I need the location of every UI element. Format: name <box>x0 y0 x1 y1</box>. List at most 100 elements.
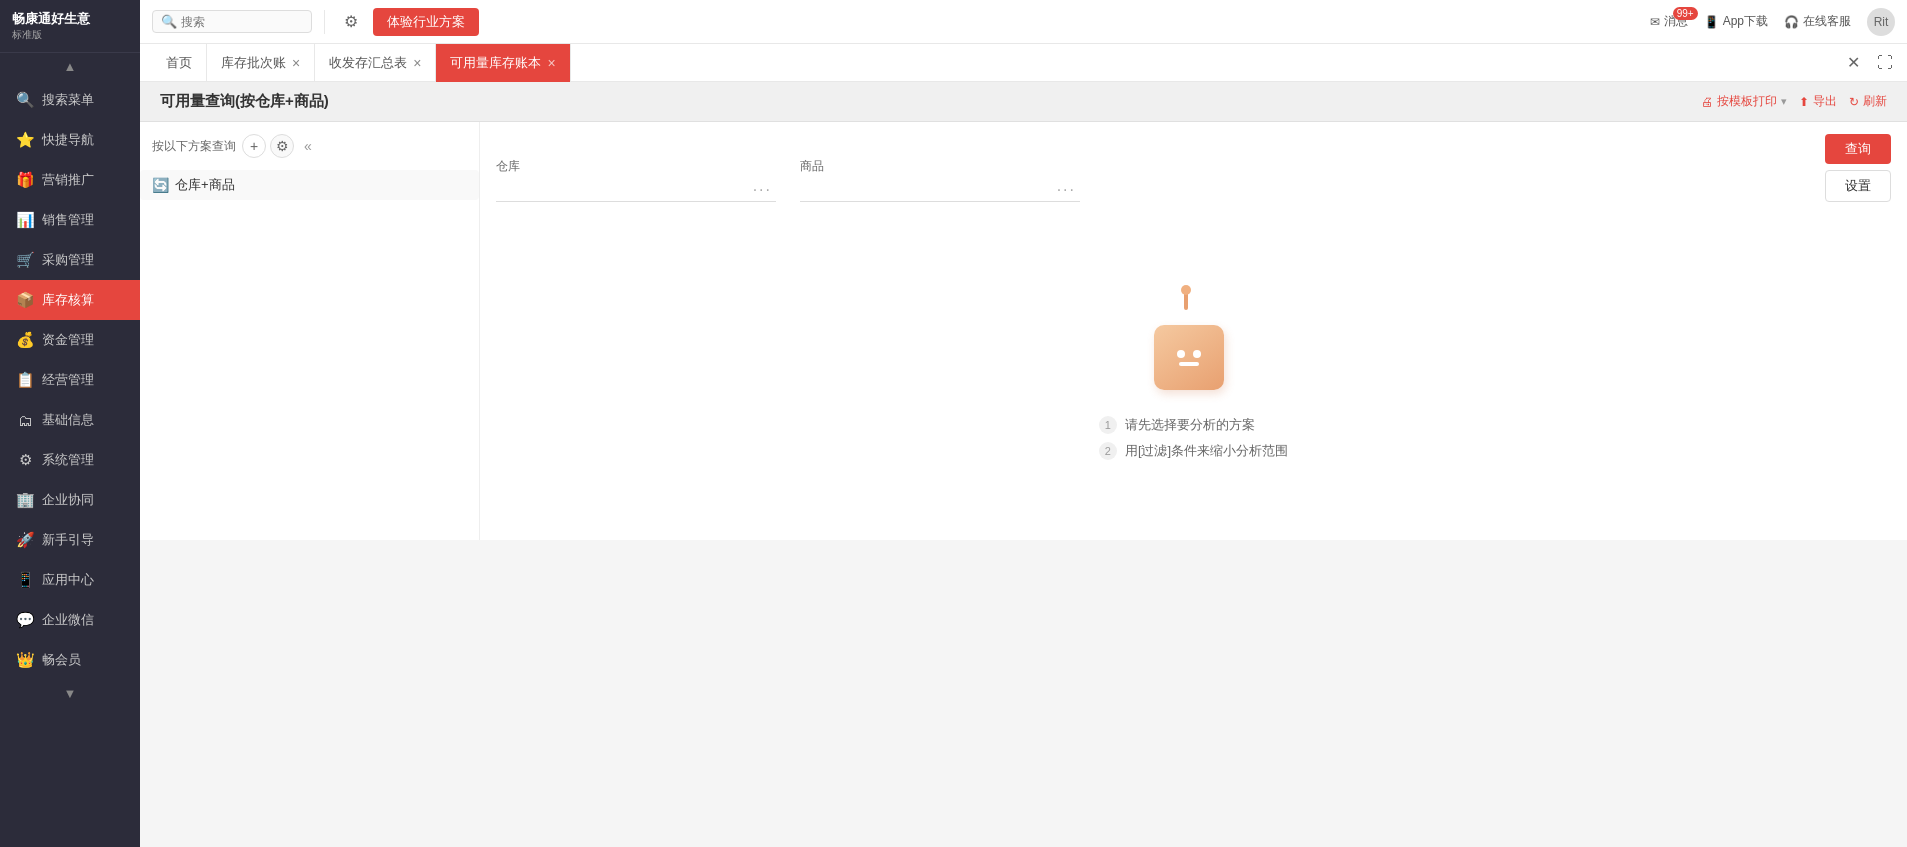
sidebar-item-label-vip: 畅会员 <box>42 651 81 669</box>
sidebar-item-finance[interactable]: 💰 资金管理 <box>0 320 140 360</box>
page-header: 可用量查询(按仓库+商品) 🖨 按模板打印 ▾ ⬆ 导出 ↻ 刷新 <box>140 82 1907 122</box>
message-badge: 99+ <box>1673 7 1698 20</box>
finance-icon: 💰 <box>16 331 34 349</box>
sidebar-item-label-wechat: 企业微信 <box>42 611 94 629</box>
sidebar-item-quick-nav[interactable]: ⭐ 快捷导航 <box>0 120 140 160</box>
industry-solution-button[interactable]: 体验行业方案 <box>373 8 479 36</box>
empty-state: 1 请先选择要分析的方案 2 用[过滤]条件来缩小分析范围 <box>480 210 1907 540</box>
online-service-label: 在线客服 <box>1803 13 1851 30</box>
export-button[interactable]: ⬆ 导出 <box>1799 93 1837 110</box>
tab-close-receipt-summary[interactable]: × <box>413 56 421 70</box>
content-area: 可用量查询(按仓库+商品) 🖨 按模板打印 ▾ ⬆ 导出 ↻ 刷新 <box>140 82 1907 847</box>
page-header-actions: 🖨 按模板打印 ▾ ⬆ 导出 ↻ 刷新 <box>1701 93 1887 110</box>
tab-home[interactable]: 首页 <box>152 44 207 82</box>
sidebar-item-system[interactable]: ⚙ 系统管理 <box>0 440 140 480</box>
sidebar-item-label-enterprise: 企业协同 <box>42 491 94 509</box>
robot-antenna <box>1184 290 1188 310</box>
sidebar-item-newbie[interactable]: 🚀 新手引导 <box>0 520 140 560</box>
inventory-icon: 📦 <box>16 291 34 309</box>
filter-add-button[interactable]: + <box>242 134 266 158</box>
tab-close-batch-account[interactable]: × <box>292 56 300 70</box>
goods-input-wrapper[interactable]: ··· <box>800 179 1080 202</box>
sidebar-item-app-center[interactable]: 📱 应用中心 <box>0 560 140 600</box>
sidebar-item-label-search: 搜索菜单 <box>42 91 94 109</box>
warehouse-input-wrapper[interactable]: ··· <box>496 179 776 202</box>
goods-filter-field: 商品 ··· <box>800 158 1080 202</box>
query-area: 按以下方案查询 + ⚙ « 🔄 仓库+商品 <box>140 122 1907 540</box>
topbar-search-input[interactable] <box>181 15 301 29</box>
system-icon: ⚙ <box>16 451 34 469</box>
main-area: 🔍 ⚙ 体验行业方案 ✉ 消息 99+ 📱 App下载 🎧 在线客服 Rit <box>140 0 1907 847</box>
hint-item-2: 2 用[过滤]条件来缩小分析范围 <box>1099 442 1288 460</box>
topbar-messages[interactable]: ✉ 消息 99+ <box>1650 13 1688 30</box>
sidebar-scroll-up[interactable]: ▲ <box>0 53 140 80</box>
wechat-icon: 💬 <box>16 611 34 629</box>
sidebar-item-operations[interactable]: 📋 经营管理 <box>0 360 140 400</box>
sidebar-item-label-purchase: 采购管理 <box>42 251 94 269</box>
topbar-app-download[interactable]: 📱 App下载 <box>1704 13 1768 30</box>
warehouse-filter-field: 仓库 ··· <box>496 158 776 202</box>
empty-hints: 1 请先选择要分析的方案 2 用[过滤]条件来缩小分析范围 <box>1099 416 1288 460</box>
tab-label-receipt-summary: 收发存汇总表 <box>329 54 407 72</box>
chevron-down-icon: ▾ <box>1781 95 1787 108</box>
sidebar-item-label-operations: 经营管理 <box>42 371 94 389</box>
sidebar-item-basic-info[interactable]: 🗂 基础信息 <box>0 400 140 440</box>
settings-button[interactable]: 设置 <box>1825 170 1891 202</box>
sidebar-item-enterprise[interactable]: 🏢 企业协同 <box>0 480 140 520</box>
user-avatar[interactable]: Rit <box>1867 8 1895 36</box>
query-field-row: 仓库 ··· 商品 ··· <box>480 122 1907 210</box>
sidebar-item-vip[interactable]: 👑 畅会员 <box>0 640 140 680</box>
sidebar-item-search[interactable]: 🔍 搜索菜单 <box>0 80 140 120</box>
filter-icons: + ⚙ <box>242 134 294 158</box>
close-tab-button[interactable]: ✕ <box>1839 49 1867 77</box>
sidebar-item-label-finance: 资金管理 <box>42 331 94 349</box>
sidebar-item-label-sales: 销售管理 <box>42 211 94 229</box>
template-print-button[interactable]: 🖨 按模板打印 ▾ <box>1701 93 1787 110</box>
tab-batch-account[interactable]: 库存批次账× <box>207 44 315 82</box>
robot-mouth <box>1179 362 1199 366</box>
scheme-icon: 🔄 <box>152 177 169 193</box>
headset-icon: 🎧 <box>1784 15 1799 29</box>
tab-available-ledger[interactable]: 可用量库存账本 × <box>436 44 570 82</box>
filter-settings-button[interactable]: ⚙ <box>270 134 294 158</box>
filter-fields-area: 仓库 ··· 商品 ··· <box>480 122 1907 540</box>
goods-input[interactable] <box>804 183 1057 197</box>
robot-eye-right <box>1193 350 1201 358</box>
phone-icon: 📱 <box>1704 15 1719 29</box>
quick-nav-icon: ⭐ <box>16 131 34 149</box>
goods-more-icon[interactable]: ··· <box>1057 181 1076 199</box>
message-icon: ✉ <box>1650 15 1660 29</box>
topbar-search-box[interactable]: 🔍 <box>152 10 312 33</box>
topbar-online-service[interactable]: 🎧 在线客服 <box>1784 13 1851 30</box>
hint-num-2: 2 <box>1099 442 1117 460</box>
topbar-gear-button[interactable]: ⚙ <box>337 8 365 36</box>
sidebar-item-wechat[interactable]: 💬 企业微信 <box>0 600 140 640</box>
scheme-item-warehouse-goods[interactable]: 🔄 仓库+商品 <box>140 170 479 200</box>
hint-text-1: 请先选择要分析的方案 <box>1125 416 1255 434</box>
tab-close-available-ledger[interactable]: × <box>547 56 555 70</box>
sidebar-item-sales[interactable]: 📊 销售管理 <box>0 200 140 240</box>
vip-icon: 👑 <box>16 651 34 669</box>
maximize-tab-button[interactable]: ⛶ <box>1871 49 1899 77</box>
topbar: 🔍 ⚙ 体验行业方案 ✉ 消息 99+ 📱 App下载 🎧 在线客服 Rit <box>140 0 1907 44</box>
tab-label-available-ledger: 可用量库存账本 <box>450 54 541 72</box>
sidebar-scroll-down[interactable]: ▼ <box>0 680 140 707</box>
sidebar: 畅康通好生意 标准版 ▲ 🔍 搜索菜单 ⭐ 快捷导航 🎁 营销推广 📊 销售管理… <box>0 0 140 847</box>
sidebar-item-label-newbie: 新手引导 <box>42 531 94 549</box>
filter-collapse-button[interactable]: « <box>300 134 316 158</box>
sidebar-item-label-quick-nav: 快捷导航 <box>42 131 94 149</box>
robot-eye-left <box>1177 350 1185 358</box>
sidebar-item-inventory[interactable]: 📦 库存核算 <box>0 280 140 320</box>
warehouse-input[interactable] <box>500 183 753 197</box>
robot-box <box>1154 325 1224 390</box>
warehouse-more-icon[interactable]: ··· <box>753 181 772 199</box>
query-button[interactable]: 查询 <box>1825 134 1891 164</box>
hint-item-1: 1 请先选择要分析的方案 <box>1099 416 1288 434</box>
sidebar-item-purchase[interactable]: 🛒 采购管理 <box>0 240 140 280</box>
sidebar-item-marketing[interactable]: 🎁 营销推广 <box>0 160 140 200</box>
tab-bar: 首页库存批次账× 收发存汇总表 × 可用量库存账本 × ✕ ⛶ <box>140 44 1907 82</box>
enterprise-icon: 🏢 <box>16 491 34 509</box>
scheme-item-label: 仓库+商品 <box>175 176 235 194</box>
tab-receipt-summary[interactable]: 收发存汇总表 × <box>315 44 436 82</box>
refresh-button[interactable]: ↻ 刷新 <box>1849 93 1887 110</box>
